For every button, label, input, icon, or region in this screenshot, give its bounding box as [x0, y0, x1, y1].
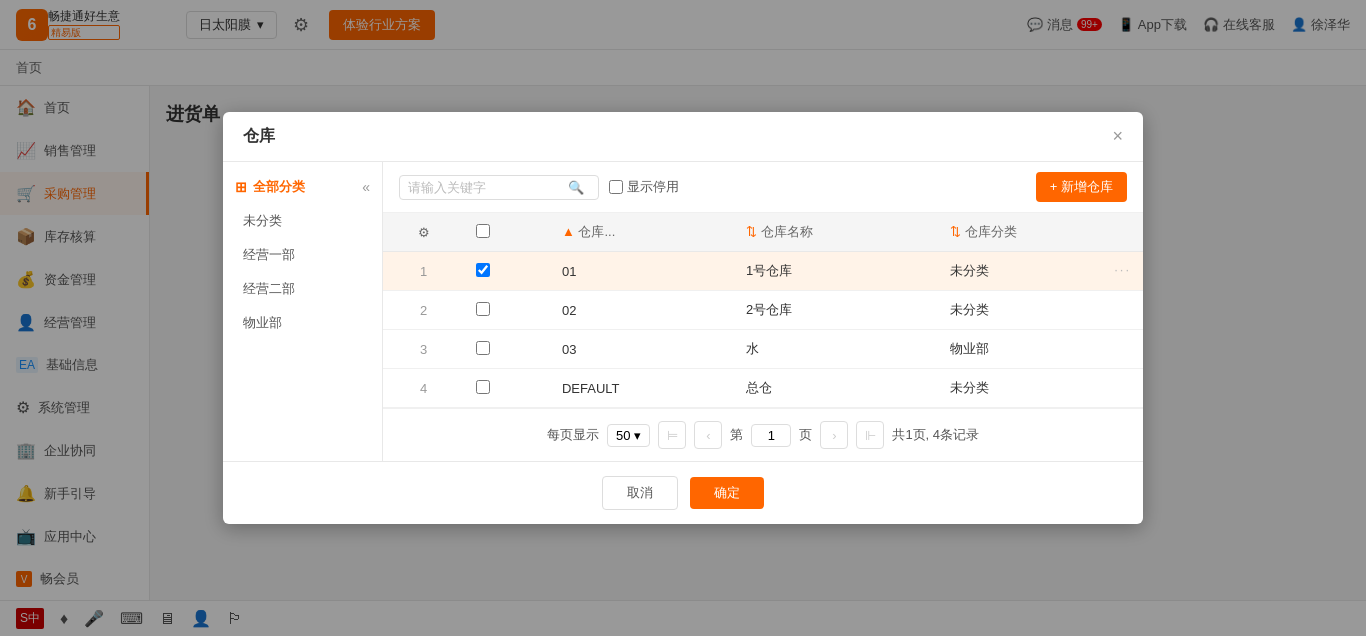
row-name: 水 — [734, 330, 938, 369]
row-more-btn[interactable]: ··· — [1114, 262, 1131, 277]
per-page-label: 每页显示 — [547, 426, 599, 444]
page-prev-btn[interactable]: ‹ — [694, 421, 722, 449]
right-panel: 🔍 显示停用 + 新增仓库 ⚙ — [383, 162, 1143, 461]
warehouse-table: ⚙ ▲ 仓库... ⇅ 仓库名称 — [383, 213, 1143, 408]
row-checkbox[interactable] — [476, 380, 490, 394]
category-item-0[interactable]: 未分类 — [223, 204, 382, 238]
page-last-btn[interactable]: ⊩ — [856, 421, 884, 449]
row-code: 02 — [550, 291, 734, 330]
page-input[interactable] — [751, 424, 791, 447]
pagination: 每页显示 50 ▾ ⊨ ‹ 第 页 › ⊩ 共1页, 4条记录 — [383, 408, 1143, 461]
row-checkbox-cell — [464, 291, 550, 330]
row-name: 1号仓库 — [734, 252, 938, 291]
row-num: 4 — [383, 369, 464, 408]
per-page-select[interactable]: 50 ▾ — [607, 424, 650, 447]
table-row[interactable]: 2 02 2号仓库 未分类 — [383, 291, 1143, 330]
page-next-btn[interactable]: › — [820, 421, 848, 449]
modal-header: 仓库 × — [223, 112, 1143, 162]
row-num: 3 — [383, 330, 464, 369]
add-warehouse-btn[interactable]: + 新增仓库 — [1036, 172, 1127, 202]
left-panel: ⊞ 全部分类 « 未分类 经营一部 经营二部 物业部 — [223, 162, 383, 461]
table-row[interactable]: 3 03 水 物业部 — [383, 330, 1143, 369]
modal-footer: 取消 确定 — [223, 461, 1143, 524]
per-page-value: 50 — [616, 428, 630, 443]
warehouse-modal: 仓库 × ⊞ 全部分类 « 未分类 经营一部 经营二部 物业部 — [223, 112, 1143, 524]
page-unit: 页 — [799, 426, 812, 444]
select-all-checkbox[interactable] — [476, 224, 490, 238]
modal-body: ⊞ 全部分类 « 未分类 经营一部 经营二部 物业部 🔍 — [223, 162, 1143, 461]
row-checkbox[interactable] — [476, 263, 490, 277]
modal-title: 仓库 — [243, 126, 275, 147]
row-category: 未分类 — [938, 291, 1143, 330]
row-code: DEFAULT — [550, 369, 734, 408]
search-input[interactable] — [408, 180, 568, 195]
grid-icon: ⊞ — [235, 179, 247, 195]
search-input-wrap: 🔍 — [399, 175, 599, 200]
settings-icon[interactable]: ⚙ — [418, 225, 430, 240]
row-category: 未分类 — [938, 369, 1143, 408]
page-first-btn[interactable]: ⊨ — [658, 421, 686, 449]
cancel-btn[interactable]: 取消 — [602, 476, 678, 510]
row-name: 2号仓库 — [734, 291, 938, 330]
row-num: 1 — [383, 252, 464, 291]
page-label: 第 — [730, 426, 743, 444]
th-category[interactable]: ⇅ 仓库分类 — [938, 213, 1143, 252]
row-category: 物业部 — [938, 330, 1143, 369]
row-name: 总仓 — [734, 369, 938, 408]
table-row[interactable]: 1 01 1号仓库 未分类 ··· — [383, 252, 1143, 291]
row-checkbox-cell — [464, 330, 550, 369]
left-panel-header: ⊞ 全部分类 « — [223, 170, 382, 204]
all-category-label: 全部分类 — [253, 178, 305, 196]
show-disabled-checkbox[interactable] — [609, 180, 623, 194]
table-row[interactable]: 4 DEFAULT 总仓 未分类 — [383, 369, 1143, 408]
collapse-btn[interactable]: « — [362, 179, 370, 195]
confirm-btn[interactable]: 确定 — [690, 477, 764, 509]
show-disabled-label: 显示停用 — [627, 178, 679, 196]
modal-close-btn[interactable]: × — [1112, 126, 1123, 147]
th-code[interactable]: ▲ 仓库... — [550, 213, 734, 252]
category-item-3[interactable]: 物业部 — [223, 306, 382, 340]
total-info: 共1页, 4条记录 — [892, 426, 979, 444]
th-settings: ⚙ — [383, 213, 464, 252]
row-category: 未分类 ··· — [938, 252, 1143, 291]
row-num: 2 — [383, 291, 464, 330]
th-checkbox — [464, 213, 550, 252]
row-code: 01 — [550, 252, 734, 291]
row-checkbox[interactable] — [476, 302, 490, 316]
row-checkbox-cell — [464, 252, 550, 291]
row-code: 03 — [550, 330, 734, 369]
search-icon[interactable]: 🔍 — [568, 180, 584, 195]
row-checkbox[interactable] — [476, 341, 490, 355]
show-disabled-wrap: 显示停用 — [609, 178, 679, 196]
th-name[interactable]: ⇅ 仓库名称 — [734, 213, 938, 252]
category-item-1[interactable]: 经营一部 — [223, 238, 382, 272]
row-checkbox-cell — [464, 369, 550, 408]
all-category-btn[interactable]: ⊞ 全部分类 — [235, 178, 305, 196]
right-toolbar: 🔍 显示停用 + 新增仓库 — [383, 162, 1143, 213]
category-item-2[interactable]: 经营二部 — [223, 272, 382, 306]
per-page-dropdown-icon: ▾ — [634, 428, 641, 443]
modal-overlay: 仓库 × ⊞ 全部分类 « 未分类 经营一部 经营二部 物业部 — [0, 0, 1366, 636]
